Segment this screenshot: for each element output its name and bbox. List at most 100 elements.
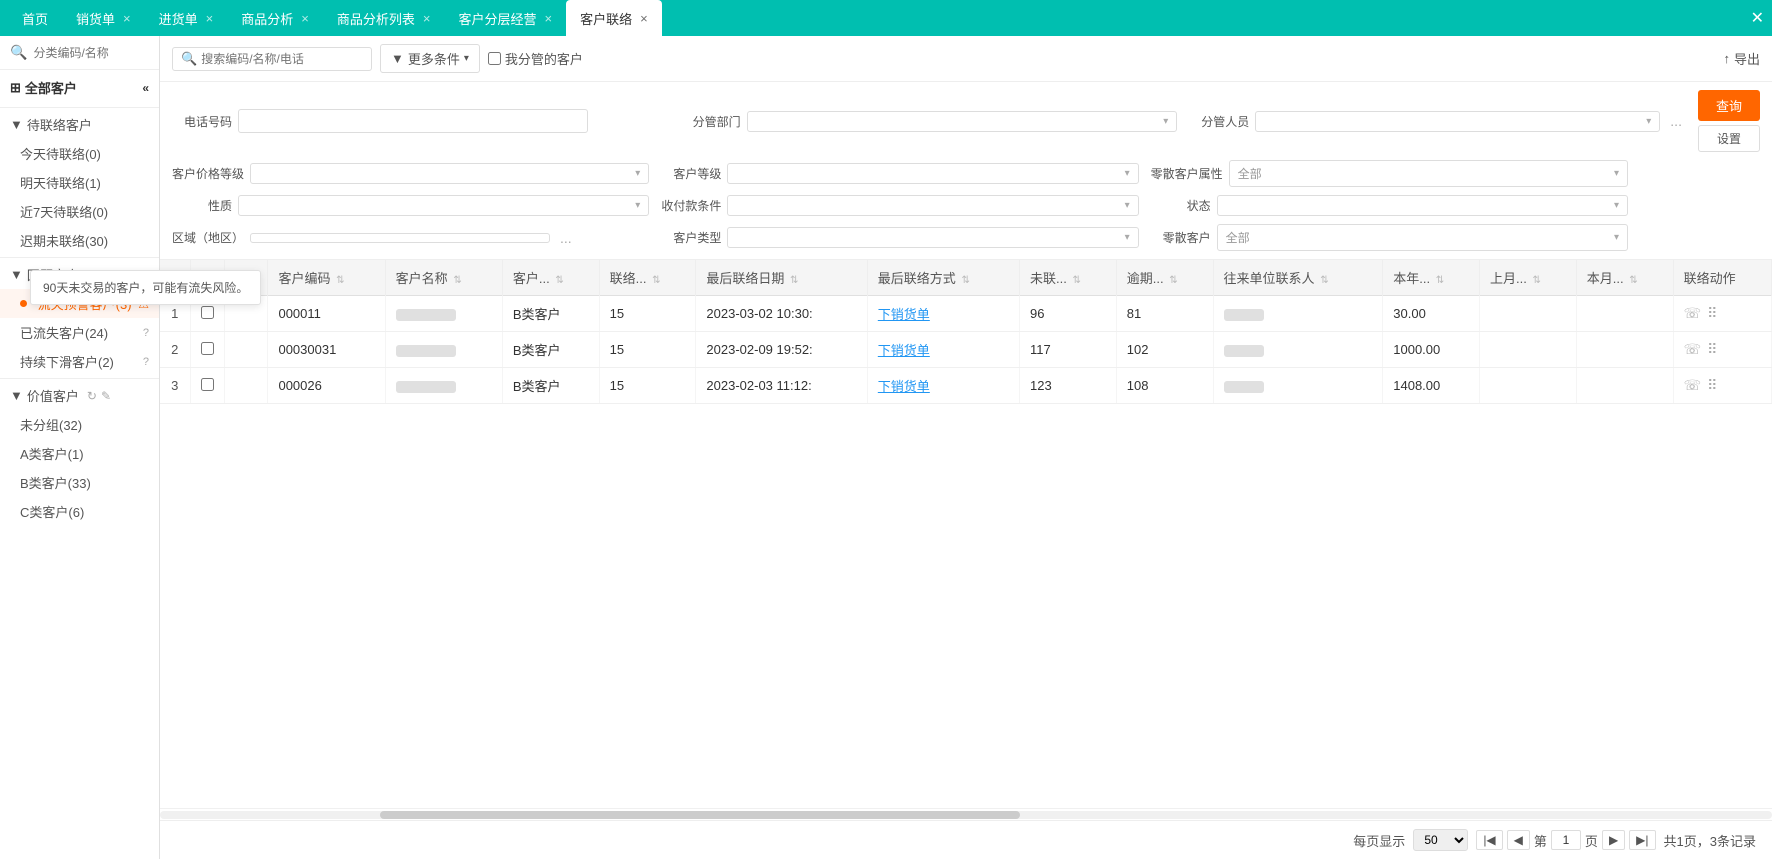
refresh-icon[interactable]: ↻ [87,389,97,403]
person-select[interactable]: ▾ [1255,111,1660,132]
area-dots-btn[interactable]: ... [556,230,576,246]
page-nav: |◀ ◀ 第 页 ▶ ▶| [1476,830,1655,850]
sidebar-item-overdue[interactable]: 迟期未联络(30) [0,226,159,255]
nature-label: 性质 [172,197,232,214]
tab-product-analysis-list[interactable]: 商品分析列表 × [323,0,445,36]
cell-this-year: 1408.00 [1383,368,1480,404]
tab-sales-order[interactable]: 销货单 × [62,0,145,36]
window-close-button[interactable]: ✕ [1751,8,1764,28]
sidebar-item-class-a[interactable]: A类客户(1) [0,439,159,468]
payment-chevron: ▾ [1125,200,1130,211]
page-size-select[interactable]: 50 100 200 [1413,829,1468,851]
filter-row-1: 电话号码 分管部门 ▾ 分管人员 ▾ [172,90,1760,152]
first-page-button[interactable]: |◀ [1476,830,1502,850]
cell-this-year: 1000.00 [1383,332,1480,368]
cell-check[interactable] [190,368,224,404]
sidebar-group-pending-contact[interactable]: ▼ 待联络客户 [0,110,159,139]
cell-last-method[interactable]: 下销货单 [867,296,1019,332]
tab-close-purchase-order[interactable]: × [206,11,214,26]
cell-last-method[interactable]: 下销货单 [867,368,1019,404]
row-checkbox-2[interactable] [201,378,214,391]
sidebar-item-today[interactable]: 今天待联络(0) [0,139,159,168]
zero-attr-select[interactable]: 全部 ▾ [1229,160,1628,187]
nature-select[interactable]: ▾ [238,195,649,216]
tab-purchase-order[interactable]: 进货单 × [145,0,228,36]
tab-customer-contact[interactable]: 客户联络 × [566,0,662,36]
tab-close-product-analysis-list[interactable]: × [423,11,431,26]
cell-last-method[interactable]: 下销货单 [867,332,1019,368]
tab-home[interactable]: 首页 [8,0,62,36]
tab-close-product-analysis[interactable]: × [301,11,309,26]
last-page-button[interactable]: ▶| [1629,830,1655,850]
tab-close-customer-contact[interactable]: × [640,11,648,26]
next-page-button[interactable]: ▶ [1602,830,1625,850]
more-action-icon[interactable]: ⠿ [1707,377,1717,394]
th-name: 客户名称 ⇅ [385,260,502,296]
sort-icon-overdue: ⇅ [1169,275,1177,286]
sidebar-search-input[interactable] [33,46,160,60]
cell-check[interactable] [190,332,224,368]
scroll-bar-area[interactable] [160,808,1772,820]
cell-overdue: 102 [1116,332,1213,368]
cell-last-date: 2023-02-03 11:12: [696,368,867,404]
customer-level-select[interactable]: ▾ [727,163,1138,184]
phone-input[interactable] [238,109,588,133]
tab-product-analysis[interactable]: 商品分析 × [227,0,323,36]
phone-label: 电话号码 [172,113,232,130]
query-button[interactable]: 查询 [1698,90,1760,121]
my-customers-checkbox-label[interactable]: 我分管的客户 [488,49,583,68]
filter-zero-attr: 零散客户属性 全部 ▾ [1151,160,1628,187]
person-dots-btn[interactable]: ... [1666,113,1686,129]
table-header-row: ⚙ 客户编码 ⇅ 客户名称 ⇅ 客户... ⇅ [160,260,1772,296]
row-checkbox-0[interactable] [201,306,214,319]
question-icon: ? [143,327,149,339]
phone-action-icon[interactable]: ☏ [1684,305,1702,322]
th-overdue: 逾期... ⇅ [1116,260,1213,296]
setting-button[interactable]: 设置 [1698,125,1760,152]
tab-close-customer-tier[interactable]: × [544,11,552,26]
sidebar: 🔍 ⊞ 全部客户 « ▼ 待联络客户 今天待联络(0) 明天待联络(1) 近7天… [0,36,160,859]
sidebar-item-tomorrow[interactable]: 明天待联络(1) [0,168,159,197]
sidebar-item-churned[interactable]: 已流失客户(24) ? [0,318,159,347]
th-last-method: 最后联络方式 ⇅ [867,260,1019,296]
sidebar-search-area: 🔍 [0,36,159,70]
sidebar-item-ungrouped[interactable]: 未分组(32) [0,410,159,439]
tab-customer-tier[interactable]: 客户分层经营 × [444,0,566,36]
more-action-icon[interactable]: ⠿ [1707,305,1717,322]
page-number-input[interactable] [1551,830,1581,850]
search-input[interactable] [201,52,351,66]
collapse-icon: « [142,81,149,95]
customer-type-select[interactable]: ▾ [727,227,1138,248]
row-checkbox-1[interactable] [201,342,214,355]
edit-icon[interactable]: ✎ [101,389,111,403]
cell-num: 2 [160,332,190,368]
phone-action-icon[interactable]: ☏ [1684,341,1702,358]
tab-close-sales-order[interactable]: × [123,11,131,26]
sidebar-item-class-b[interactable]: B类客户(33) [0,468,159,497]
cell-contact: 15 [599,296,696,332]
zero-customer-select[interactable]: 全部 ▾ [1217,224,1628,251]
more-action-icon[interactable]: ⠿ [1707,341,1717,358]
cell-last-date: 2023-02-09 19:52: [696,332,867,368]
scroll-bar-thumb[interactable] [380,811,1020,819]
phone-action-icon[interactable]: ☏ [1684,377,1702,394]
cell-action: ☏ ⠿ [1673,332,1771,368]
area-select[interactable] [250,233,550,243]
dept-select[interactable]: ▾ [747,111,1178,132]
my-customers-checkbox[interactable] [488,52,501,65]
price-level-select[interactable]: ▾ [250,163,649,184]
more-conditions-button[interactable]: ▼ 更多条件 ▾ [380,44,480,73]
export-button[interactable]: ↑ 导出 [1723,49,1760,68]
all-customers-title[interactable]: ⊞ 全部客户 « [0,70,159,105]
prev-page-button[interactable]: ◀ [1507,830,1530,850]
sidebar-item-class-c[interactable]: C类客户(6) [0,497,159,526]
export-icon: ↑ [1723,51,1730,66]
status-select[interactable]: ▾ [1217,195,1628,216]
payment-select[interactable]: ▾ [727,195,1138,216]
toolbar: 🔍 ▼ 更多条件 ▾ 我分管的客户 ↑ 导出 [160,36,1772,82]
table-row: 3 000026 B类客户 15 2023-02-03 11:12: 下销货单 … [160,368,1772,404]
th-action: 联络动作 [1673,260,1771,296]
sidebar-item-7days[interactable]: 近7天待联络(0) [0,197,159,226]
sidebar-group-value[interactable]: ▼ 价值客户 ↻ ✎ [0,381,159,410]
sidebar-item-declining[interactable]: 持续下滑客户(2) ? [0,347,159,376]
